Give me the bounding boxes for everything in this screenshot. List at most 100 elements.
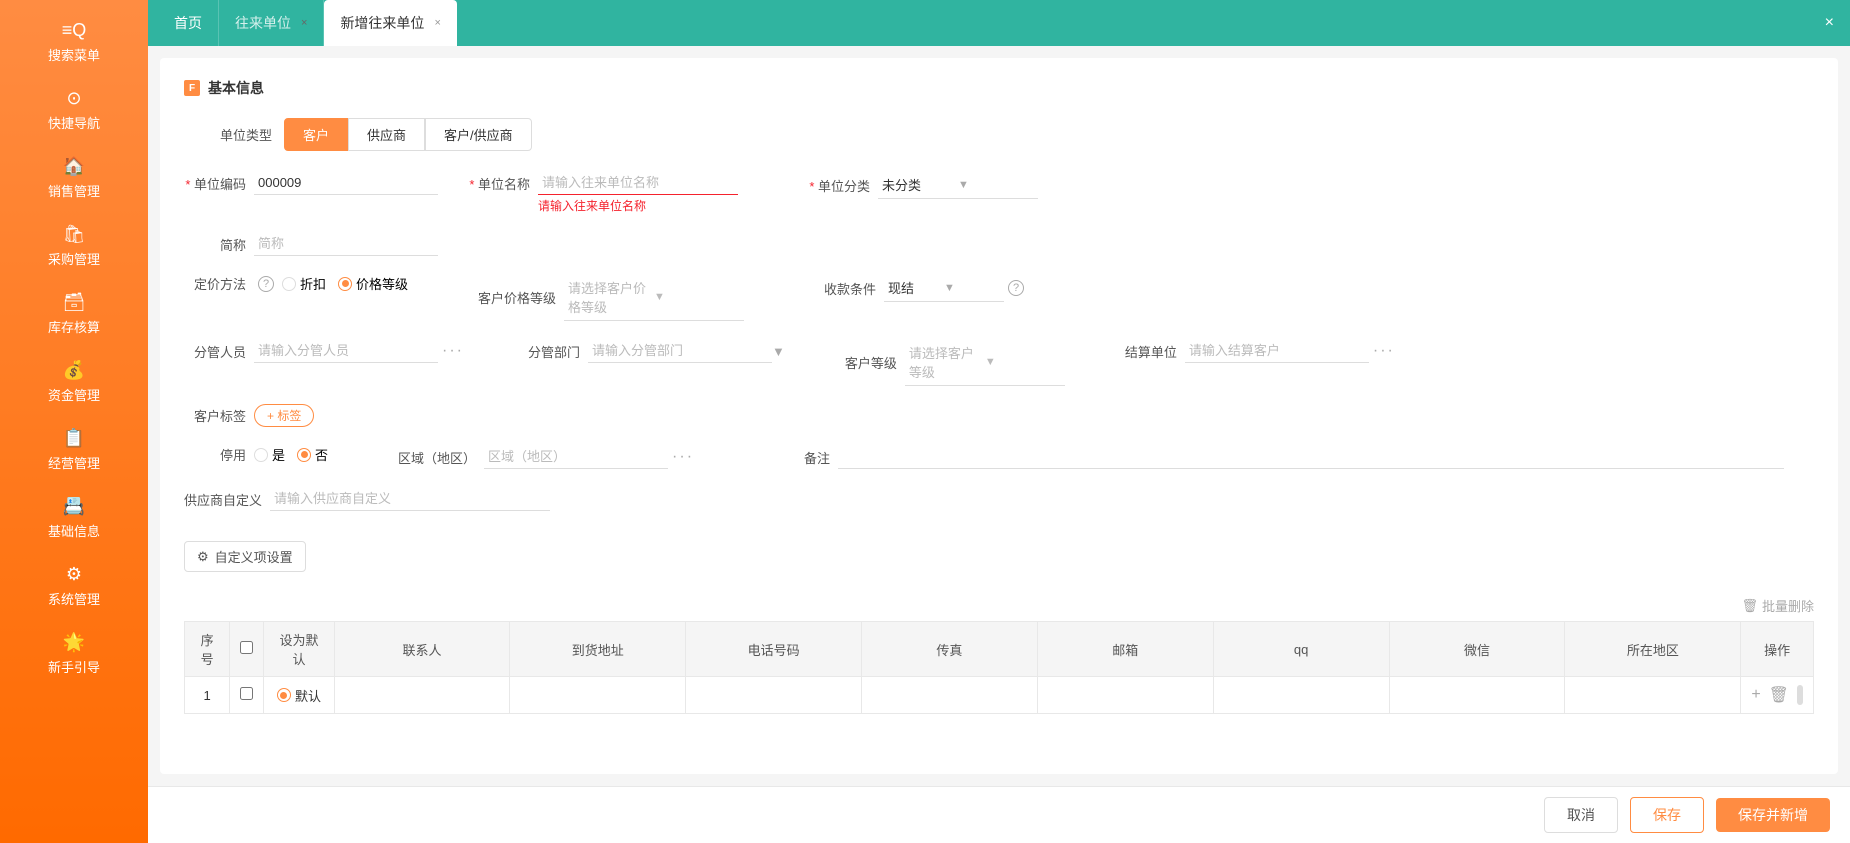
- pricing-radio-grade[interactable]: 价格等级: [338, 274, 408, 293]
- section-title-text: 基本信息: [208, 78, 264, 98]
- cell-address[interactable]: [510, 677, 686, 714]
- sidebar-item-sales[interactable]: 🏠 销售管理: [0, 144, 148, 212]
- tab-new-contact[interactable]: 新增往来单位 ×: [324, 0, 456, 46]
- batch-delete-button[interactable]: 🗑 批量删除: [1741, 596, 1814, 615]
- qq-input[interactable]: [1224, 688, 1379, 703]
- remark-label: 备注: [768, 448, 838, 467]
- tab-new-contact-close[interactable]: ×: [434, 17, 440, 29]
- payment-help-icon[interactable]: ?: [1008, 280, 1024, 296]
- address-input[interactable]: [520, 688, 675, 703]
- sidebar-item-search[interactable]: ≡Q 搜索菜单: [0, 8, 148, 76]
- phone-input[interactable]: [696, 688, 851, 703]
- cell-wechat[interactable]: [1389, 677, 1565, 714]
- tab-home[interactable]: 首页: [158, 0, 219, 46]
- sidebar-item-label: 系统管理: [48, 589, 100, 608]
- sidebar-item-operations[interactable]: 📋 经营管理: [0, 416, 148, 484]
- cell-qq[interactable]: [1213, 677, 1389, 714]
- type-btn-supplier[interactable]: 供应商: [348, 118, 425, 151]
- customer-level-placeholder: 请选择客户等级: [909, 343, 985, 381]
- sidebar-item-guide[interactable]: 🌟 新手引导: [0, 620, 148, 688]
- customize-settings-button[interactable]: ⚙ 自定义项设置: [184, 541, 306, 572]
- pricing-label: 定价方法: [184, 274, 254, 293]
- pricing-help-icon[interactable]: ?: [258, 276, 274, 292]
- type-btn-customer[interactable]: 客户: [284, 118, 348, 151]
- default-radio-label: 默认: [295, 686, 321, 705]
- customer-price-select[interactable]: 请选择客户价格等级 ▼: [564, 274, 744, 321]
- col-fax: 传真: [862, 622, 1038, 677]
- sidebar-item-inventory[interactable]: 🗃 库存核算: [0, 280, 148, 348]
- remark-input[interactable]: [838, 445, 1784, 469]
- manager-dots[interactable]: ···: [438, 342, 468, 360]
- main-close-button[interactable]: ×: [1825, 14, 1834, 32]
- unit-code-input[interactable]: [254, 171, 438, 195]
- sidebar-item-purchase[interactable]: 🛍 采购管理: [0, 212, 148, 280]
- customer-price-field: 客户价格等级 请选择客户价格等级 ▼: [478, 274, 744, 321]
- sidebar: ≡Q 搜索菜单 ⊙ 快捷导航 🏠 销售管理 🛍 采购管理 🗃 库存核算 💰 资金…: [0, 0, 148, 843]
- disable-radio-yes[interactable]: 是: [254, 445, 285, 464]
- department-input[interactable]: [588, 339, 772, 363]
- pricing-radio-discount[interactable]: 折扣: [282, 274, 326, 293]
- col-seq: 序号: [185, 622, 230, 677]
- customer-tag-label: 客户标签: [184, 406, 254, 425]
- wechat-input[interactable]: [1400, 688, 1555, 703]
- form-row-2: 简称: [184, 232, 1814, 256]
- region-cell-input[interactable]: [1575, 688, 1730, 703]
- email-input[interactable]: [1048, 688, 1203, 703]
- tab-contacts-label: 往来单位: [235, 13, 291, 33]
- drag-handle[interactable]: [1797, 685, 1803, 705]
- save-button[interactable]: 保存: [1630, 797, 1704, 833]
- cell-email[interactable]: [1037, 677, 1213, 714]
- manager-input[interactable]: [254, 339, 438, 363]
- col-email: 邮箱: [1037, 622, 1213, 677]
- save-new-button[interactable]: 保存并新增: [1716, 798, 1830, 832]
- default-radio[interactable]: 默认: [274, 686, 323, 705]
- sidebar-item-label: 新手引导: [48, 657, 100, 676]
- sidebar-item-label: 采购管理: [48, 249, 100, 268]
- table-section: 🗑 批量删除 序号 设为默认 联系人 到货地址 电话号码 传真: [184, 596, 1814, 714]
- row-checkbox[interactable]: [240, 687, 253, 700]
- sidebar-item-label: 基础信息: [48, 521, 100, 540]
- add-tag-button[interactable]: + 标签: [254, 404, 314, 427]
- unit-type-row: 单位类型 客户 供应商 客户/供应商: [184, 118, 1814, 151]
- unit-name-input[interactable]: [538, 171, 738, 195]
- region-field: 区域（地区） ···: [398, 445, 698, 469]
- col-address: 到货地址: [510, 622, 686, 677]
- sidebar-item-basic[interactable]: 📇 基础信息: [0, 484, 148, 552]
- tab-home-label: 首页: [174, 13, 202, 33]
- customer-level-select[interactable]: 请选择客户等级 ▼: [905, 339, 1065, 386]
- tab-contacts[interactable]: 往来单位 ×: [219, 0, 324, 46]
- contact-input[interactable]: [345, 688, 500, 703]
- unit-name-label: 单位名称: [468, 174, 538, 193]
- payment-label: 收款条件: [814, 279, 884, 298]
- short-name-label: 简称: [184, 235, 254, 254]
- cell-phone[interactable]: [686, 677, 862, 714]
- sidebar-item-system[interactable]: ⚙ 系统管理: [0, 552, 148, 620]
- cancel-button[interactable]: 取消: [1544, 797, 1618, 833]
- settlement-field: 结算单位 ···: [1115, 339, 1399, 363]
- payment-select[interactable]: 现结 ▼: [884, 274, 1004, 302]
- customer-price-placeholder: 请选择客户价格等级: [568, 278, 654, 316]
- sidebar-item-label: 库存核算: [48, 317, 100, 336]
- short-name-input[interactable]: [254, 232, 438, 256]
- cell-fax[interactable]: [862, 677, 1038, 714]
- sidebar-item-finance[interactable]: 💰 资金管理: [0, 348, 148, 416]
- region-dots[interactable]: ···: [668, 448, 698, 466]
- cell-contact[interactable]: [334, 677, 510, 714]
- col-phone: 电话号码: [686, 622, 862, 677]
- disable-radio-no[interactable]: 否: [297, 445, 328, 464]
- home-icon: ⊙: [66, 88, 81, 109]
- sidebar-item-shortcut[interactable]: ⊙ 快捷导航: [0, 76, 148, 144]
- cell-region[interactable]: [1565, 677, 1741, 714]
- settlement-dots[interactable]: ···: [1369, 342, 1399, 360]
- add-row-button[interactable]: +: [1751, 686, 1760, 704]
- unit-category-select[interactable]: 未分类 ▼: [878, 171, 1038, 199]
- select-all-checkbox[interactable]: [240, 641, 253, 654]
- type-btn-both[interactable]: 客户/供应商: [425, 118, 532, 151]
- delete-row-button[interactable]: 🗑: [1769, 685, 1789, 705]
- fax-input[interactable]: [872, 688, 1027, 703]
- region-input[interactable]: [484, 445, 668, 469]
- customer-level-label: 客户等级: [835, 353, 905, 372]
- supplier-custom-input[interactable]: [270, 487, 550, 511]
- tab-contacts-close[interactable]: ×: [301, 17, 307, 29]
- settlement-input[interactable]: [1185, 339, 1369, 363]
